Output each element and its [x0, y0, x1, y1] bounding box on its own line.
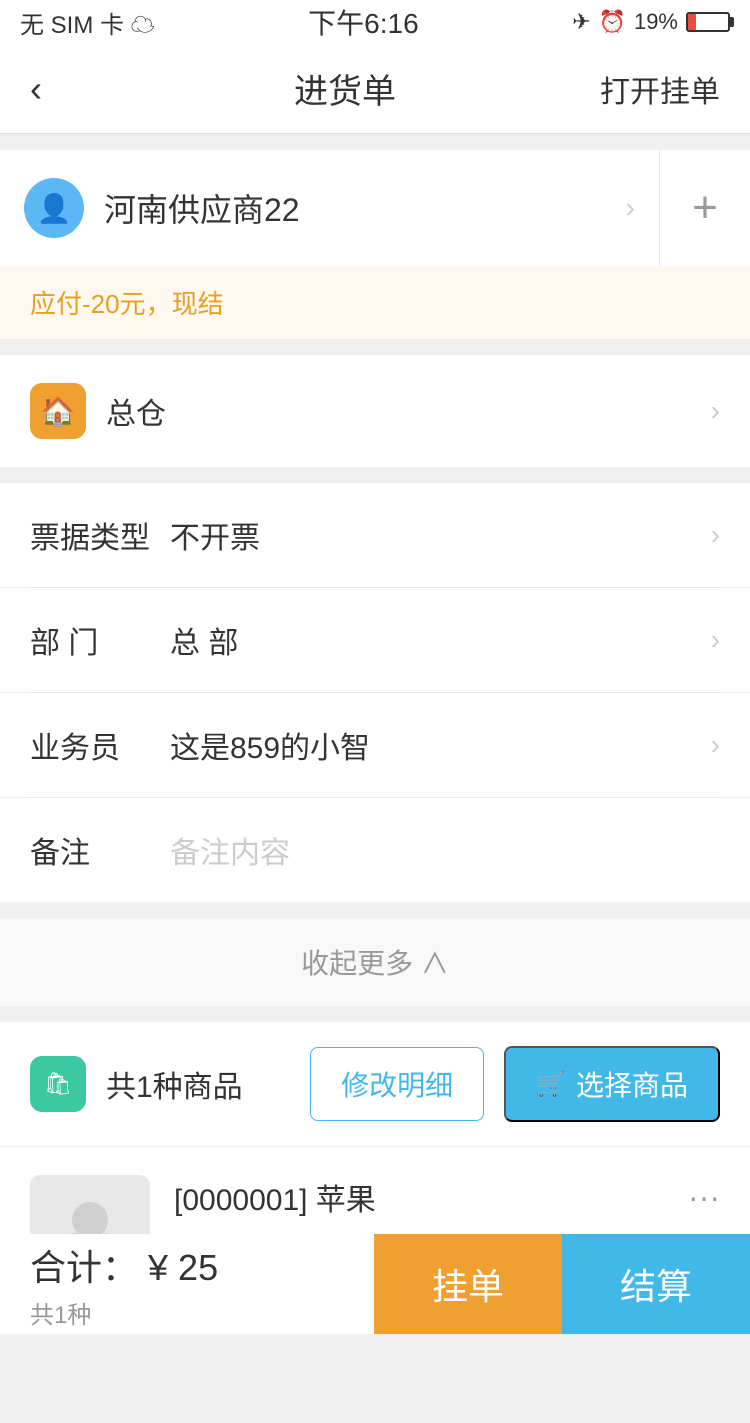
- back-button[interactable]: ‹: [30, 68, 90, 110]
- footer-total: 合计： ¥ 25 共1种: [0, 1234, 374, 1334]
- product-name: 苹果: [316, 1184, 376, 1217]
- salesperson-chevron-icon: ›: [711, 729, 720, 761]
- person-icon: 👤: [37, 192, 72, 225]
- warehouse-chevron-icon: ›: [711, 395, 720, 427]
- bag-icon: 🛍: [44, 1071, 72, 1097]
- product-code: [0000001]: [174, 1184, 316, 1217]
- invoice-type-value: 不开票: [170, 513, 695, 557]
- bottom-padding: [0, 1323, 750, 1423]
- department-value: 总 部: [170, 618, 695, 662]
- supplier-name: 河南供应商22: [104, 185, 606, 231]
- product-title: [0000001] 苹果: [174, 1175, 664, 1219]
- supplier-selector[interactable]: 👤 河南供应商22 ›: [0, 150, 660, 266]
- cart-icon: 🛒: [536, 1070, 566, 1099]
- gap-2: [0, 339, 750, 355]
- salesperson-label: 业务员: [30, 723, 170, 767]
- remarks-label: 备注: [30, 828, 170, 872]
- alarm-icon: ⏰: [599, 9, 626, 35]
- open-pending-button[interactable]: 打开挂单: [600, 67, 720, 111]
- invoice-chevron-icon: ›: [711, 519, 720, 551]
- warehouse-icon: 🏠: [30, 383, 86, 439]
- department-row[interactable]: 部 门 总 部 ›: [0, 588, 750, 692]
- edit-detail-button[interactable]: 修改明细: [310, 1047, 484, 1121]
- status-time: 下午6:16: [308, 2, 419, 42]
- status-bar: 无 SIM 卡 ☁ 下午6:16 ✈ ⏰ 19%: [0, 0, 750, 44]
- invoice-type-label: 票据类型: [30, 513, 170, 557]
- gap-5: [0, 1006, 750, 1022]
- battery-label: 19%: [634, 9, 678, 35]
- product-icon: 🛍: [30, 1056, 86, 1112]
- sim-label: 无 SIM 卡 ☁: [20, 5, 155, 40]
- chevron-right-icon: ›: [626, 192, 635, 224]
- battery-icon: [686, 12, 730, 32]
- supplier-avatar: 👤: [24, 178, 84, 238]
- collapse-bar[interactable]: 收起更多 ∧: [0, 918, 750, 1006]
- total-amount: 合计： ¥ 25: [30, 1239, 344, 1291]
- total-label: 合计：: [30, 1247, 138, 1288]
- status-left: 无 SIM 卡 ☁: [20, 5, 155, 40]
- product-count: 共1种商品: [106, 1062, 290, 1106]
- notice-text: 应付-20元，现结: [30, 289, 224, 319]
- remarks-row[interactable]: 备注 备注内容: [0, 798, 750, 902]
- department-label: 部 门: [30, 618, 170, 662]
- total-count: 共1种: [30, 1295, 344, 1330]
- gap-4: [0, 902, 750, 918]
- supplier-section: 👤 河南供应商22 › +: [0, 150, 750, 266]
- department-chevron-icon: ›: [711, 624, 720, 656]
- notice-bar: 应付-20元，现结: [0, 266, 750, 339]
- footer: 合计： ¥ 25 共1种 挂单 结算: [0, 1234, 750, 1334]
- product-header: 🛍 共1种商品 修改明细 🛒 选择商品: [0, 1022, 750, 1146]
- invoice-type-row[interactable]: 票据类型 不开票 ›: [0, 483, 750, 587]
- total-value: ¥ 25: [148, 1247, 218, 1288]
- add-supplier-button[interactable]: +: [660, 150, 750, 266]
- gap-3: [0, 467, 750, 483]
- hang-button[interactable]: 挂单: [374, 1234, 562, 1334]
- status-right: ✈ ⏰ 19%: [572, 9, 730, 35]
- collapse-label: 收起更多 ∧: [301, 942, 449, 982]
- salesperson-value: 这是859的小智: [170, 723, 695, 767]
- page-title: 进货单: [294, 64, 396, 113]
- gap-1: [0, 134, 750, 150]
- select-product-label: 选择商品: [576, 1064, 688, 1104]
- remarks-input[interactable]: 备注内容: [170, 828, 720, 872]
- checkout-button[interactable]: 结算: [562, 1234, 750, 1334]
- warehouse-row[interactable]: 🏠 总仓 ›: [0, 355, 750, 467]
- nav-bar: ‹ 进货单 打开挂单: [0, 44, 750, 134]
- select-product-button[interactable]: 🛒 选择商品: [504, 1046, 720, 1122]
- salesperson-row[interactable]: 业务员 这是859的小智 ›: [0, 693, 750, 797]
- location-icon: ✈: [572, 9, 590, 35]
- warehouse-label: 总仓: [106, 389, 675, 433]
